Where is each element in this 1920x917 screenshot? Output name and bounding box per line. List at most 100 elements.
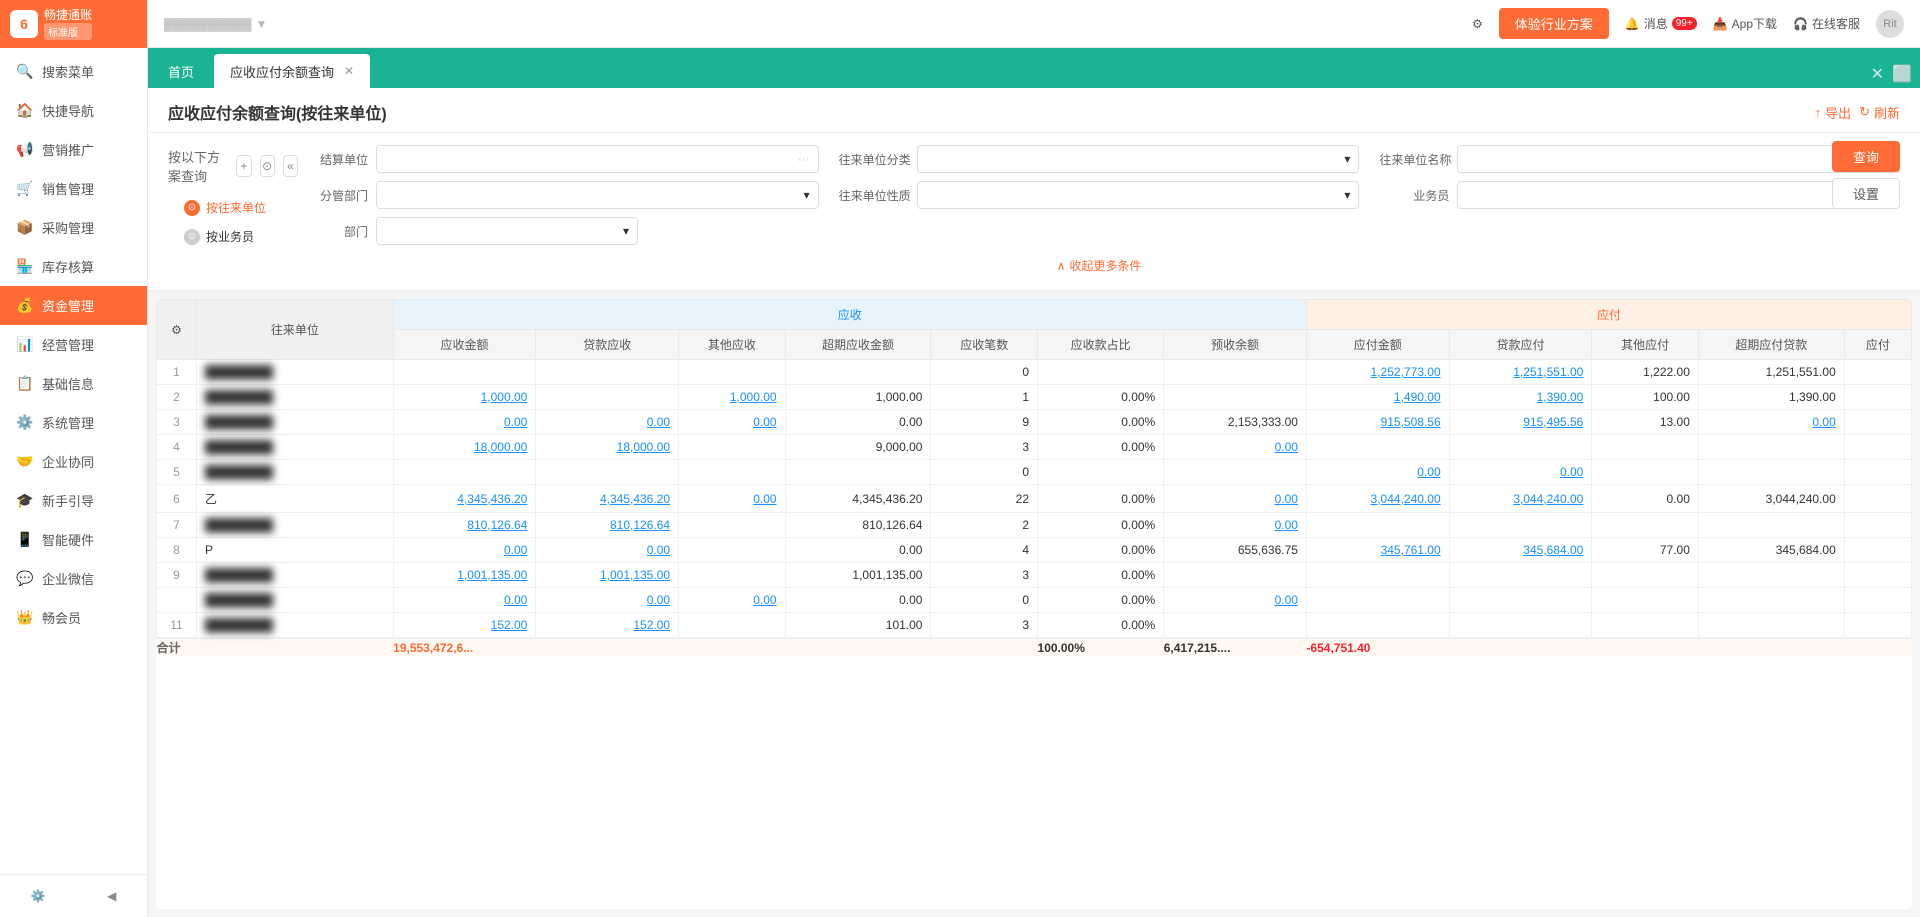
app-name: 畅捷通账 — [44, 8, 92, 22]
row-ap-x — [1844, 410, 1911, 435]
row-ap-x — [1844, 360, 1911, 385]
sidebar-item-guide[interactable]: 🎓 新手引导 — [0, 481, 147, 520]
row-loan-ap: 0.00 — [1449, 460, 1592, 485]
sidebar-item-finance[interactable]: 💰 资金管理 — [0, 286, 147, 325]
filter-expand-btn[interactable]: « — [283, 155, 298, 177]
row-ar-amount — [393, 360, 536, 385]
unit-category-input[interactable]: ▾ — [917, 145, 1360, 173]
table-footer-row: 合计 19,553,472,6... 100.00% 6,417,215....… — [157, 638, 1912, 656]
row-ap-x — [1844, 538, 1911, 563]
row-ap-amount — [1306, 513, 1449, 538]
table-wrapper[interactable]: ⚙ 往来单位 应收 应付 应收金额 贷款应收 其他应收 超期应收金额 应收笔数 — [156, 299, 1912, 909]
row-unit: ████████ — [197, 513, 394, 538]
sidebar-item-marketing[interactable]: 📢 营销推广 — [0, 130, 147, 169]
filter-target-btn[interactable]: ⊙ — [260, 155, 275, 177]
home-icon: 🏠 — [16, 102, 34, 120]
row-ap-x — [1844, 435, 1911, 460]
close-window-btn[interactable]: ✕ — [1871, 64, 1884, 84]
tab-home[interactable]: 首页 — [152, 54, 210, 88]
sidebar-item-weixin[interactable]: 💬 企业微信 — [0, 559, 147, 598]
filter-top: 按以下方案查询 + ⊙ « — [168, 147, 298, 185]
filter-row-1: 结算单位 ··· 往来单位分类 ▾ — [298, 145, 1900, 173]
row-ar-ratio: 0.00% — [1038, 485, 1164, 513]
sidebar-item-operation[interactable]: 📊 经营管理 — [0, 325, 147, 364]
row-ap-amount: 345,761.00 — [1306, 538, 1449, 563]
filter-field-unit-nature: 往来单位性质 ▾ — [839, 181, 1360, 209]
dept-input[interactable]: ▾ — [376, 217, 638, 245]
filter-add-btn[interactable]: + — [236, 155, 251, 177]
sidebar-item-system[interactable]: ⚙️ 系统管理 — [0, 403, 147, 442]
row-prepay: 0.00 — [1164, 435, 1307, 460]
sidebar-item-purchase[interactable]: 📦 采购管理 — [0, 208, 147, 247]
breadcrumb: ▓▓▓▓▓▓▓▓▓▓ ▼ — [164, 17, 1464, 31]
row-overdue-ap — [1698, 588, 1844, 613]
filter-collapse-btn[interactable]: ∧ 收起更多条件 — [298, 253, 1900, 278]
row-no: 2 — [157, 385, 197, 410]
sidebar-item-corp-collab[interactable]: 🤝 企业协同 — [0, 442, 147, 481]
row-ap-x — [1844, 485, 1911, 513]
row-ar-ratio: 0.00% — [1038, 538, 1164, 563]
unit-nature-input[interactable]: ▾ — [917, 181, 1360, 209]
header-settings-btn[interactable]: ⚙ — [1472, 17, 1483, 31]
notice-btn[interactable]: 🔔 消息 99+ — [1625, 15, 1697, 32]
app-edition: 标准版 — [44, 23, 92, 40]
loan-ap-header: 贷款应付 — [1449, 330, 1592, 360]
settlement-unit-input[interactable]: ··· — [376, 145, 819, 173]
tab-bar: 首页 应收应付余额查询 ✕ ✕ ⬜ — [148, 48, 1920, 88]
sidebar-item-sales[interactable]: 🛒 销售管理 — [0, 169, 147, 208]
maximize-window-btn[interactable]: ⬜ — [1892, 64, 1912, 84]
row-prepay — [1164, 360, 1307, 385]
export-btn[interactable]: ↑ 导出 — [1815, 103, 1852, 122]
filter-area: 按以下方案查询 + ⊙ « ⊙ 按往来单位 ⊙ 按业务员 — [148, 133, 1920, 291]
promo-btn[interactable]: 体验行业方案 — [1499, 8, 1609, 39]
row-unit: ████████ — [197, 360, 394, 385]
row-overdue-ap — [1698, 460, 1844, 485]
dept-manage-input[interactable]: ▾ — [376, 181, 819, 209]
app-download-btn[interactable]: 📥 App下载 — [1713, 15, 1777, 32]
row-overdue-ar: 810,126.64 — [785, 513, 931, 538]
scheme-by-unit[interactable]: ⊙ 按往来单位 — [176, 195, 298, 220]
sidebar-settings-btn[interactable]: ⚙️ — [23, 883, 54, 909]
row-other-ap — [1592, 563, 1699, 588]
row-no: 11 — [157, 613, 197, 639]
page-title: 应收应付余额查询(按往来单位) — [168, 100, 387, 124]
table-header-group-row: ⚙ 往来单位 应收 应付 — [157, 300, 1912, 330]
filter-field-unit-name: 往来单位名称 — [1379, 145, 1900, 173]
filter-field-dept: 部门 ▾ — [298, 217, 638, 245]
ar-group-header: 应收 — [393, 300, 1306, 330]
filter-container: 按以下方案查询 + ⊙ « ⊙ 按往来单位 ⊙ 按业务员 — [168, 145, 1900, 278]
tab-close-icon[interactable]: ✕ — [344, 64, 354, 78]
total-ar-ratio: 100.00% — [1038, 638, 1164, 656]
sidebar-item-inventory[interactable]: 🏪 库存核算 — [0, 247, 147, 286]
query-btn[interactable]: 查询 — [1832, 141, 1900, 172]
settings-btn[interactable]: 设置 — [1832, 178, 1900, 209]
sidebar-item-search-menu[interactable]: 🔍 搜索菜单 — [0, 52, 147, 91]
sidebar-bottom: ⚙️ ◀ — [0, 874, 147, 917]
tab-ar-ap[interactable]: 应收应付余额查询 ✕ — [214, 54, 370, 88]
refresh-btn[interactable]: ↻ 刷新 — [1859, 103, 1900, 122]
sidebar-collapse-btn[interactable]: ◀ — [99, 883, 124, 909]
row-overdue-ar: 4,345,436.20 — [785, 485, 931, 513]
sidebar-item-quick-nav[interactable]: 🏠 快捷导航 — [0, 91, 147, 130]
row-ar-count: 22 — [931, 485, 1038, 513]
row-ap-x — [1844, 613, 1911, 639]
row-overdue-ap — [1698, 563, 1844, 588]
settings-col-header[interactable]: ⚙ — [157, 300, 197, 360]
scheme-staff-icon: ⊙ — [184, 229, 200, 245]
online-service-btn[interactable]: 🎧 在线客服 — [1793, 15, 1860, 32]
row-no: 5 — [157, 460, 197, 485]
overdue-ap-header: 超期应付贷款 — [1698, 330, 1844, 360]
top-header: ▓▓▓▓▓▓▓▓▓▓ ▼ ⚙ 体验行业方案 🔔 消息 99+ 📥 App下载 🎧… — [148, 0, 1920, 48]
table-row: 11 ████████ 152.00 152.00 101.00 3 0.00% — [157, 613, 1912, 639]
sidebar-item-member[interactable]: 👑 畅会员 — [0, 598, 147, 637]
download-icon: 📥 — [1713, 17, 1728, 31]
scheme-by-staff[interactable]: ⊙ 按业务员 — [176, 224, 298, 249]
row-loan-ar: 810,126.64 — [536, 513, 679, 538]
total-ap-x — [1844, 638, 1911, 656]
row-ap-amount: 3,044,240.00 — [1306, 485, 1449, 513]
row-ar-count: 9 — [931, 410, 1038, 435]
row-unit: ████████ — [197, 563, 394, 588]
user-avatar[interactable]: Rit — [1876, 10, 1904, 38]
sidebar-item-smart-hw[interactable]: 📱 智能硬件 — [0, 520, 147, 559]
sidebar-item-basic-info[interactable]: 📋 基础信息 — [0, 364, 147, 403]
